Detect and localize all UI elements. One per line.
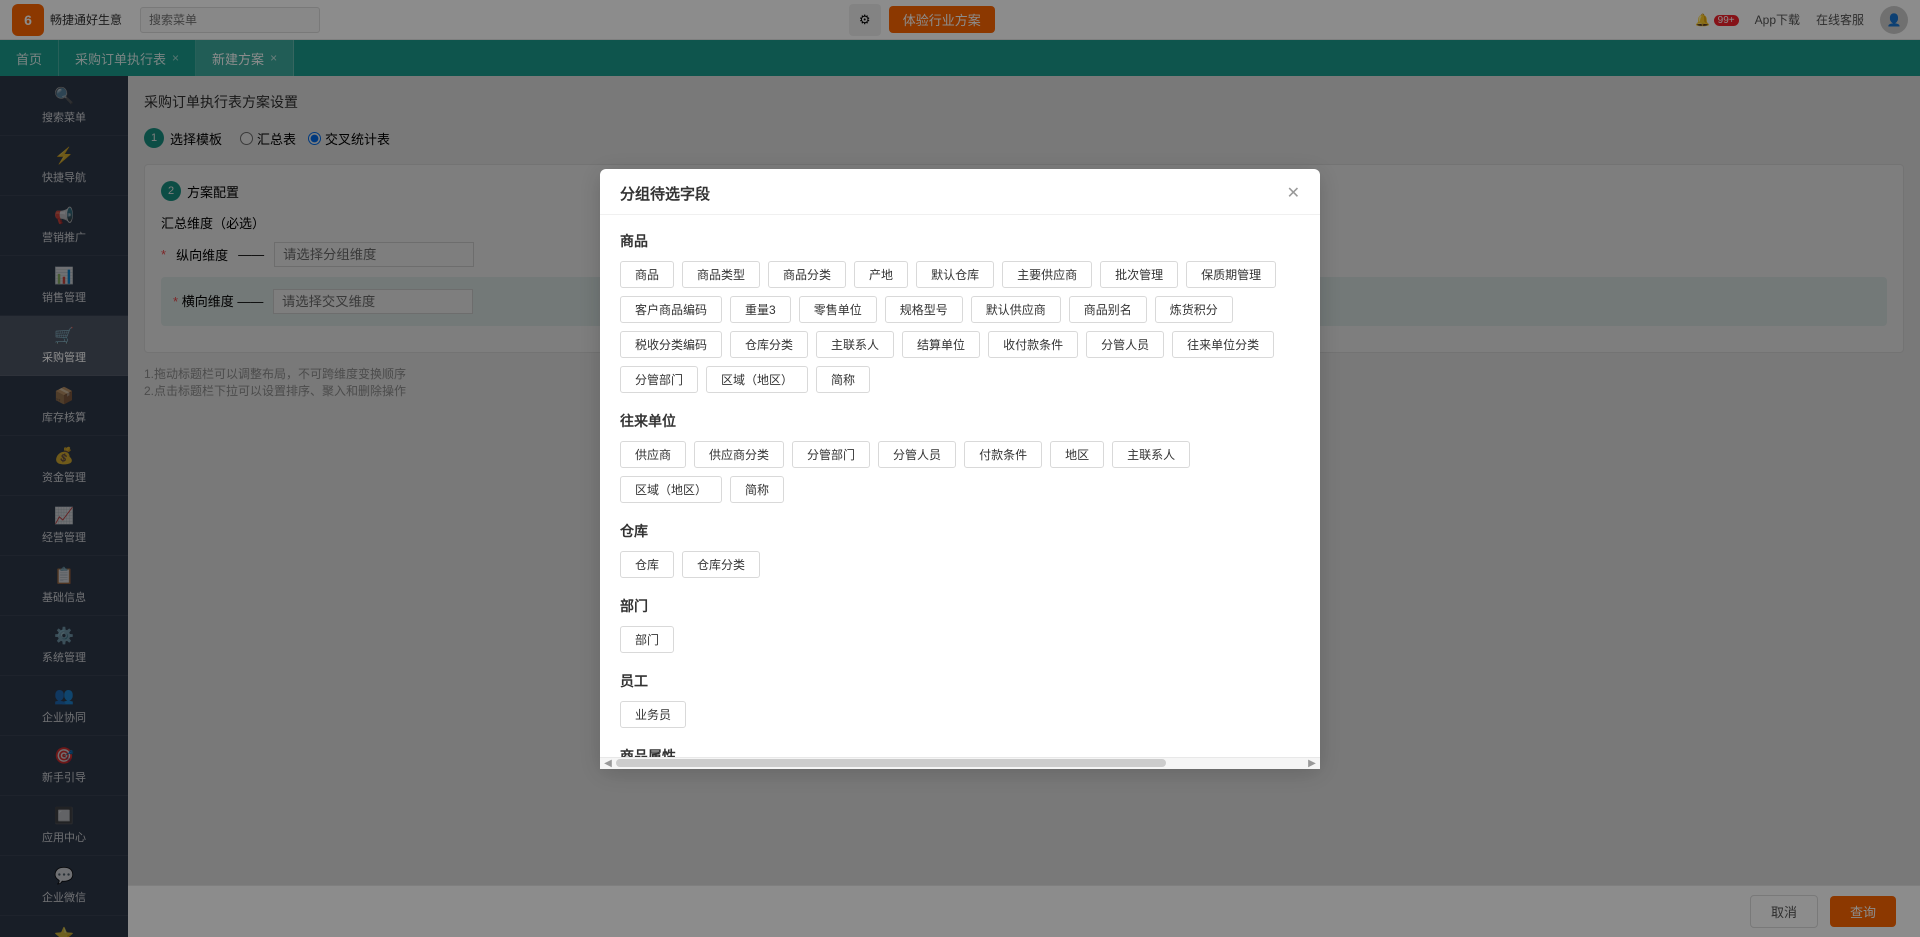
field-group-warehouse: 仓库 仓库 仓库分类 <box>620 521 1300 578</box>
modal-body[interactable]: 商品 商品 商品类型 商品分类 产地 默认仓库 主要供应商 批次管理 保质期管理… <box>600 215 1320 757</box>
field-tag-partner-payment[interactable]: 付款条件 <box>964 441 1042 468</box>
modal-close-button[interactable]: ✕ <box>1287 183 1300 203</box>
field-tag-product-alias[interactable]: 商品别名 <box>1069 296 1147 323</box>
field-tag-shelf-life[interactable]: 保质期管理 <box>1186 261 1276 288</box>
field-tag-region[interactable]: 区域（地区） <box>706 366 808 393</box>
hscroll-left-arrow[interactable]: ◀ <box>600 757 616 769</box>
modal-title: 分组待选字段 <box>620 183 710 204</box>
hscroll-thumb[interactable] <box>616 759 1166 767</box>
field-tag-warehouse-cat[interactable]: 仓库分类 <box>682 551 760 578</box>
field-tag-origin[interactable]: 产地 <box>854 261 908 288</box>
field-tag-default-supplier[interactable]: 默认供应商 <box>971 296 1061 323</box>
field-tag-product-category[interactable]: 商品分类 <box>768 261 846 288</box>
group-department-title: 部门 <box>620 596 1300 616</box>
field-tag-default-warehouse[interactable]: 默认仓库 <box>916 261 994 288</box>
field-tag-customer-code[interactable]: 客户商品编码 <box>620 296 722 323</box>
field-tag-retail-unit[interactable]: 零售单位 <box>799 296 877 323</box>
field-tag-partner-abbrev[interactable]: 简称 <box>730 476 784 503</box>
modal-overlay: 分组待选字段 ✕ 商品 商品 商品类型 商品分类 产地 默认仓库 主要供应商 批… <box>0 0 1920 937</box>
field-group-product: 商品 商品 商品类型 商品分类 产地 默认仓库 主要供应商 批次管理 保质期管理… <box>620 231 1300 393</box>
field-tag-tax-code[interactable]: 税收分类编码 <box>620 331 722 358</box>
field-tag-warehouse[interactable]: 仓库 <box>620 551 674 578</box>
group-department-tags: 部门 <box>620 626 1300 653</box>
field-tag-main-supplier[interactable]: 主要供应商 <box>1002 261 1092 288</box>
group-warehouse-title: 仓库 <box>620 521 1300 541</box>
field-tag-product[interactable]: 商品 <box>620 261 674 288</box>
field-tag-partner-contact[interactable]: 主联系人 <box>1112 441 1190 468</box>
field-group-department: 部门 部门 <box>620 596 1300 653</box>
field-tag-partner-region[interactable]: 区域（地区） <box>620 476 722 503</box>
field-tag-partner-supervisor[interactable]: 分管人员 <box>878 441 956 468</box>
group-product-title: 商品 <box>620 231 1300 251</box>
field-tag-weight3[interactable]: 重量3 <box>730 296 791 323</box>
hscroll-track <box>616 759 1304 767</box>
field-tag-partner-category[interactable]: 往来单位分类 <box>1172 331 1274 358</box>
field-selector-modal: 分组待选字段 ✕ 商品 商品 商品类型 商品分类 产地 默认仓库 主要供应商 批… <box>600 169 1320 769</box>
field-tag-salesperson[interactable]: 业务员 <box>620 701 686 728</box>
field-tag-main-contact[interactable]: 主联系人 <box>816 331 894 358</box>
field-tag-warehouse-category[interactable]: 仓库分类 <box>730 331 808 358</box>
modal-header: 分组待选字段 ✕ <box>600 169 1320 215</box>
field-tag-department[interactable]: 部门 <box>620 626 674 653</box>
field-group-product-attr: 商品属性 属性 颜色 多规格 尺码 鞋码 1 <box>620 746 1300 757</box>
field-tag-abbrev[interactable]: 简称 <box>816 366 870 393</box>
field-tag-partner-area[interactable]: 地区 <box>1050 441 1104 468</box>
group-employee-tags: 业务员 <box>620 701 1300 728</box>
field-tag-dept[interactable]: 分管部门 <box>620 366 698 393</box>
field-tag-supplier[interactable]: 供应商 <box>620 441 686 468</box>
group-employee-title: 员工 <box>620 671 1300 691</box>
modal-horizontal-scrollbar[interactable]: ◀ ▶ <box>600 757 1320 769</box>
field-group-employee: 员工 业务员 <box>620 671 1300 728</box>
group-partner-tags: 供应商 供应商分类 分管部门 分管人员 付款条件 地区 主联系人 区域（地区） … <box>620 441 1300 503</box>
field-tag-refine-points[interactable]: 炼货积分 <box>1155 296 1233 323</box>
group-product-tags: 商品 商品类型 商品分类 产地 默认仓库 主要供应商 批次管理 保质期管理 客户… <box>620 261 1300 393</box>
hscroll-right-arrow[interactable]: ▶ <box>1304 757 1320 769</box>
field-tag-partner-dept[interactable]: 分管部门 <box>792 441 870 468</box>
group-warehouse-tags: 仓库 仓库分类 <box>620 551 1300 578</box>
field-tag-spec-model[interactable]: 规格型号 <box>885 296 963 323</box>
group-partner-title: 往来单位 <box>620 411 1300 431</box>
field-group-partner: 往来单位 供应商 供应商分类 分管部门 分管人员 付款条件 地区 主联系人 区域… <box>620 411 1300 503</box>
field-tag-supervisor[interactable]: 分管人员 <box>1086 331 1164 358</box>
group-product-attr-title: 商品属性 <box>620 746 1300 757</box>
field-tag-settlement-unit[interactable]: 结算单位 <box>902 331 980 358</box>
field-tag-batch-mgmt[interactable]: 批次管理 <box>1100 261 1178 288</box>
field-tag-payment-terms[interactable]: 收付款条件 <box>988 331 1078 358</box>
field-tag-supplier-category[interactable]: 供应商分类 <box>694 441 784 468</box>
field-tag-product-type[interactable]: 商品类型 <box>682 261 760 288</box>
